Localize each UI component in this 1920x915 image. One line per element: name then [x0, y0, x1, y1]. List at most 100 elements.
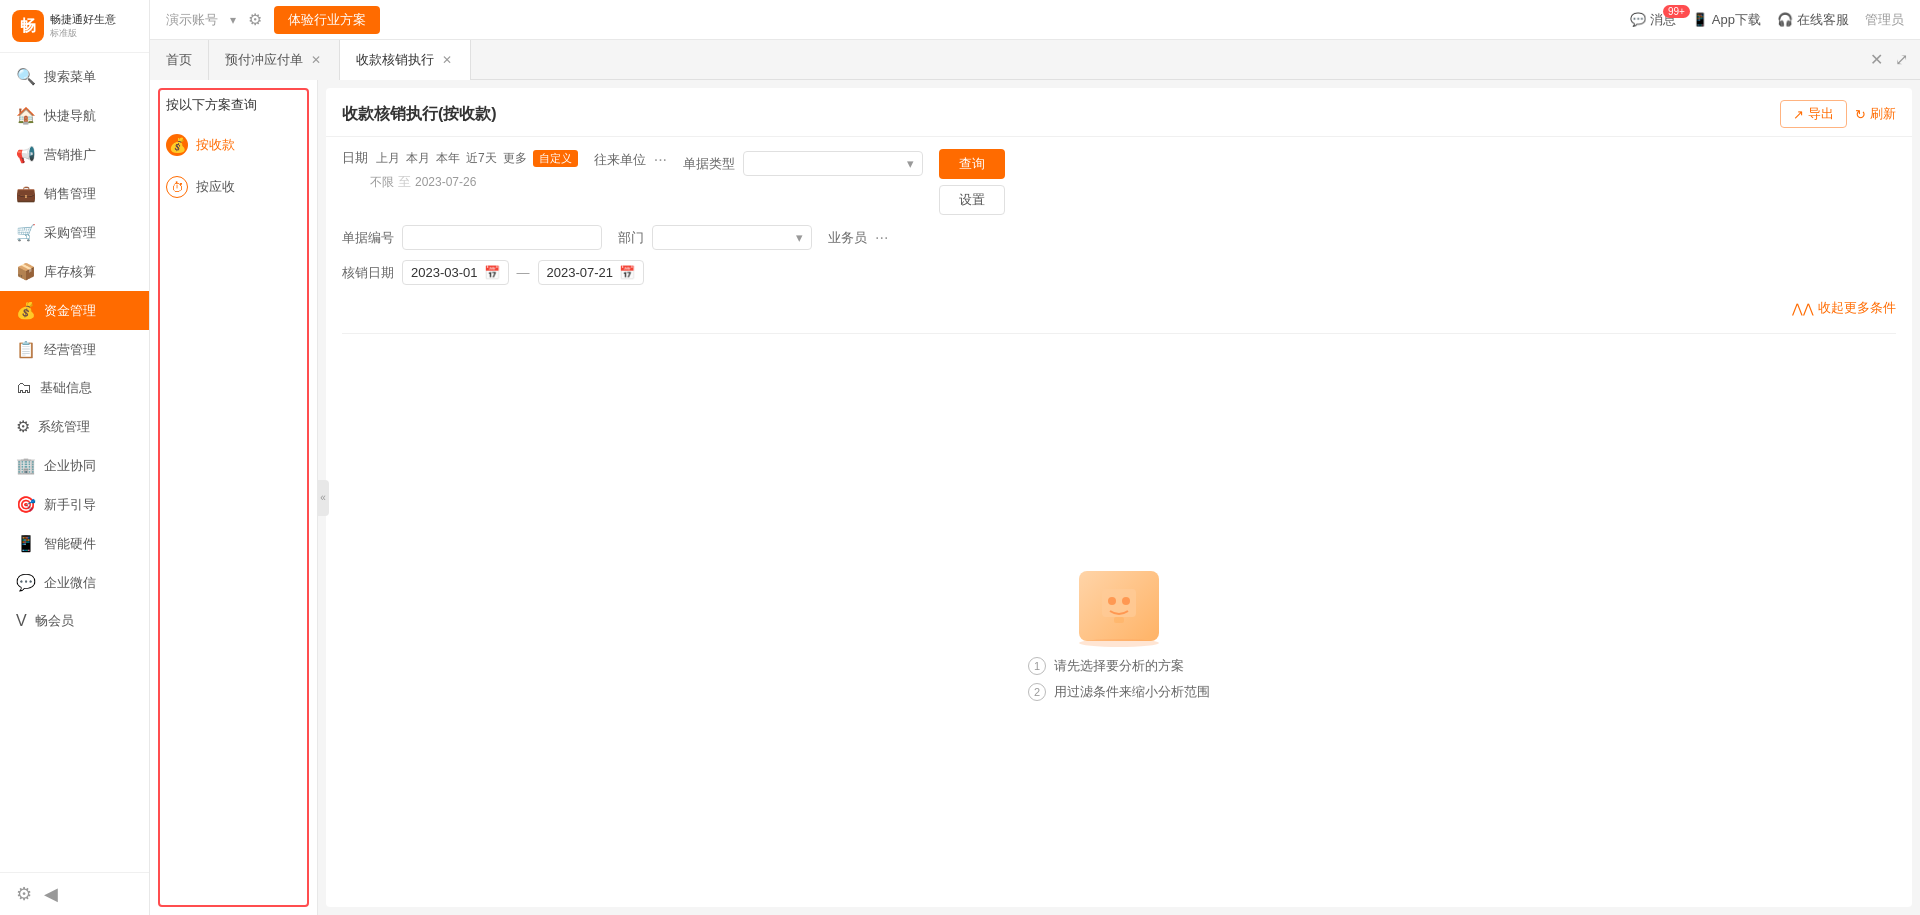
empty-illustration — [1059, 541, 1179, 641]
sidebar-item-采购管理[interactable]: 🛒采购管理 — [0, 213, 149, 252]
action-btns: 查询 设置 — [939, 149, 1005, 215]
tab-collection-close[interactable]: ✕ — [440, 51, 454, 69]
bill-no-group: 单据编号 — [342, 225, 602, 250]
sidebar-item-系统管理[interactable]: ⚙系统管理 — [0, 407, 149, 446]
dept-group: 部门 ▾ — [618, 225, 812, 250]
empty-hint-1: 1 请先选择要分析的方案 — [1028, 657, 1210, 675]
tab-home[interactable]: 首页 — [150, 40, 209, 80]
collapse-more-btn[interactable]: ⋀⋀ 收起更多条件 — [1792, 295, 1896, 321]
verify-date-label: 核销日期 — [342, 264, 394, 282]
sidebar-item-企业微信[interactable]: 💬企业微信 — [0, 563, 149, 602]
date-last-month[interactable]: 上月 — [376, 150, 400, 167]
maximize-tab-icon[interactable]: ⤢ — [1891, 46, 1912, 73]
tab-bar: 首页 预付冲应付单 ✕ 收款核销执行 ✕ ✕ ⤢ — [150, 40, 1920, 80]
sidebar-item-库存核算[interactable]: 📦库存核算 — [0, 252, 149, 291]
date-this-month[interactable]: 本月 — [406, 150, 430, 167]
tab-collection-label: 收款核销执行 — [356, 51, 434, 69]
calendar-start-icon[interactable]: 📅 — [484, 265, 500, 280]
collapse-sidebar-icon[interactable]: ◀ — [44, 883, 58, 905]
sidebar-item-快捷导航[interactable]: 🏠快捷导航 — [0, 96, 149, 135]
sidebar-item-畅会员[interactable]: V畅会员 — [0, 602, 149, 640]
export-label: 导出 — [1808, 105, 1834, 123]
hint-text-1: 请先选择要分析的方案 — [1054, 657, 1184, 675]
sidebar: 畅 畅捷通好生意 标准版 🔍搜索菜单🏠快捷导航📢营销推广💼销售管理🛒采购管理📦库… — [0, 0, 150, 915]
partner-dots-btn[interactable]: ··· — [654, 151, 667, 169]
dept-select[interactable]: ▾ — [652, 225, 812, 250]
date-filter-group: 日期 上月 本月 本年 近7天 更多 自定义 — [342, 149, 578, 167]
sidebar-item-销售管理[interactable]: 💼销售管理 — [0, 174, 149, 213]
top-header: 演示账号 ▾ ⚙ 体验行业方案 💬 消息 99+ 📱 App下载 🎧 在线客服 … — [150, 0, 1920, 40]
bill-no-input[interactable] — [402, 225, 602, 250]
empty-shadow — [1079, 639, 1159, 647]
page-title: 收款核销执行(按收款) — [342, 104, 497, 125]
svg-point-1 — [1108, 597, 1116, 605]
verify-end-value: 2023-07-21 — [547, 265, 614, 280]
verify-end-input[interactable]: 2023-07-21 📅 — [538, 260, 645, 285]
industry-btn[interactable]: 体验行业方案 — [274, 6, 380, 34]
export-btn[interactable]: ↗ 导出 — [1780, 100, 1847, 128]
tab-prepay[interactable]: 预付冲应付单 ✕ — [209, 40, 340, 80]
date-7days[interactable]: 近7天 — [466, 150, 497, 167]
online-service-btn[interactable]: 🎧 在线客服 — [1777, 11, 1849, 29]
settings-btn[interactable]: 设置 — [939, 185, 1005, 215]
filter-collapse-btn[interactable]: « — [317, 480, 329, 516]
hint-num-2: 2 — [1028, 683, 1046, 701]
svg-point-2 — [1122, 597, 1130, 605]
filter-panel-title: 按以下方案查询 — [150, 92, 317, 124]
verify-start-input[interactable]: 2023-03-01 📅 — [402, 260, 509, 285]
sidebar-item-资金管理[interactable]: 💰资金管理 — [0, 291, 149, 330]
bill-type-label: 单据类型 — [683, 155, 735, 173]
filter-by-collection[interactable]: 💰 按收款 — [150, 124, 317, 166]
tab-prepay-close[interactable]: ✕ — [309, 51, 323, 69]
collection-icon: 💰 — [166, 134, 188, 156]
logo-badge: 标准版 — [50, 27, 116, 40]
date-this-year[interactable]: 本年 — [436, 150, 460, 167]
service-label: 在线客服 — [1797, 11, 1849, 29]
sidebar-item-搜索菜单[interactable]: 🔍搜索菜单 — [0, 57, 149, 96]
refresh-label: 刷新 — [1870, 105, 1896, 123]
sidebar-item-经营管理[interactable]: 📋经营管理 — [0, 330, 149, 369]
empty-box — [1079, 571, 1159, 641]
logo-icon: 畅 — [12, 10, 44, 42]
close-tab-icon[interactable]: ✕ — [1866, 46, 1887, 73]
header-left: 演示账号 ▾ ⚙ 体验行业方案 — [166, 6, 380, 34]
tab-collection[interactable]: 收款核销执行 ✕ — [340, 40, 471, 80]
logo-text: 畅捷通好生意 — [50, 12, 116, 26]
dept-chevron: ▾ — [796, 230, 803, 245]
sidebar-item-智能硬件[interactable]: 📱智能硬件 — [0, 524, 149, 563]
refresh-btn[interactable]: ↻ 刷新 — [1855, 105, 1896, 123]
svg-rect-3 — [1114, 617, 1124, 623]
company-name: 演示账号 — [166, 11, 218, 29]
sidebar-item-营销推广[interactable]: 📢营销推广 — [0, 135, 149, 174]
filter-border — [158, 88, 309, 907]
content-area: 按以下方案查询 💰 按收款 ⏱ 按应收 « 收款核销执行(按收款) ↗ — [150, 80, 1920, 915]
tab-home-label: 首页 — [166, 51, 192, 69]
empty-face-svg — [1094, 581, 1144, 631]
bill-type-select[interactable]: ▾ — [743, 151, 923, 176]
verify-date-group: 核销日期 2023-03-01 📅 — 2023-07-21 📅 — [342, 260, 644, 285]
app-download-btn[interactable]: 📱 App下载 — [1692, 11, 1761, 29]
sales-dots-btn[interactable]: ··· — [875, 229, 888, 247]
header-right: 💬 消息 99+ 📱 App下载 🎧 在线客服 管理员 — [1630, 11, 1904, 29]
filter-by-receivable[interactable]: ⏱ 按应收 — [150, 166, 317, 208]
msg-badge: 99+ — [1663, 5, 1690, 18]
sidebar-item-企业协同[interactable]: 🏢企业协同 — [0, 446, 149, 485]
filter-receivable-label: 按应收 — [196, 178, 235, 196]
query-btn[interactable]: 查询 — [939, 149, 1005, 179]
tab-bar-actions: ✕ ⤢ — [1866, 46, 1920, 73]
app-logo: 畅 畅捷通好生意 标准版 — [0, 0, 149, 53]
sidebar-item-新手引导[interactable]: 🎯新手引导 — [0, 485, 149, 524]
main-area: 演示账号 ▾ ⚙ 体验行业方案 💬 消息 99+ 📱 App下载 🎧 在线客服 … — [150, 0, 1920, 915]
calendar-end-icon[interactable]: 📅 — [619, 265, 635, 280]
custom-badge[interactable]: 自定义 — [533, 150, 578, 167]
company-dropdown-icon[interactable]: ▾ — [230, 13, 236, 27]
page-actions: ↗ 导出 ↻ 刷新 — [1780, 100, 1896, 128]
msg-btn[interactable]: 💬 消息 99+ — [1630, 11, 1676, 29]
partner-label: 往来单位 — [594, 151, 646, 169]
settings-footer-icon[interactable]: ⚙ — [16, 883, 32, 905]
hint-num-1: 1 — [1028, 657, 1046, 675]
sidebar-item-基础信息[interactable]: 🗂基础信息 — [0, 369, 149, 407]
svg-rect-0 — [1102, 589, 1136, 617]
date-more[interactable]: 更多 — [503, 150, 527, 167]
header-gear-icon[interactable]: ⚙ — [248, 10, 262, 29]
